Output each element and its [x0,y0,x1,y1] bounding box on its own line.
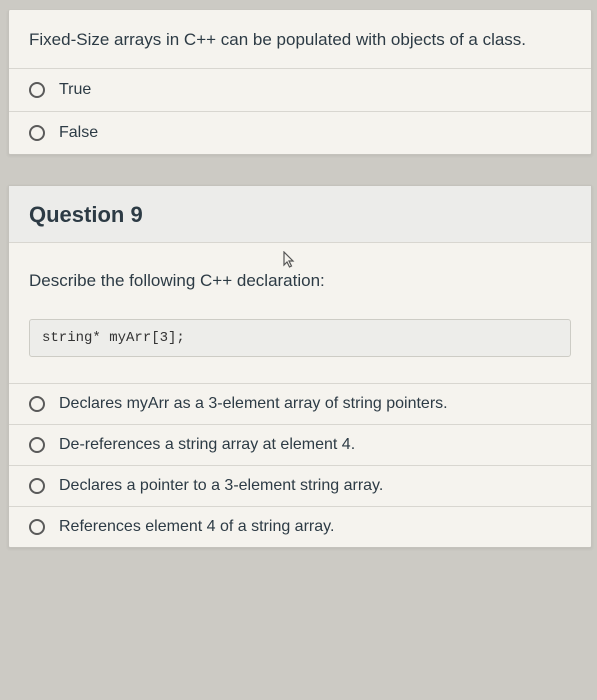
code-block: string* myArr[3]; [29,319,571,357]
options-list: Declares myArr as a 3-element array of s… [9,383,591,547]
radio-icon [29,125,45,141]
radio-icon [29,82,45,98]
radio-option-3[interactable]: Declares a pointer to a 3-element string… [9,466,591,507]
radio-icon [29,519,45,535]
radio-option-4[interactable]: References element 4 of a string array. [9,507,591,547]
cursor-arrow-icon [282,251,296,274]
radio-icon [29,396,45,412]
radio-icon [29,437,45,453]
radio-option-false[interactable]: False [9,112,591,154]
option-label: Declares myArr as a 3-element array of s… [59,395,448,413]
radio-icon [29,478,45,494]
question-number: Question 9 [29,202,143,227]
question-prompt: Fixed-Size arrays in C++ can be populate… [9,10,591,68]
option-label: False [59,124,98,142]
question-card-2: Question 9 Describe the following C++ de… [8,185,592,548]
code-text: string* myArr[3]; [42,330,185,346]
question-card-1: Fixed-Size arrays in C++ can be populate… [8,10,592,155]
radio-option-true[interactable]: True [9,69,591,112]
radio-option-1[interactable]: Declares myArr as a 3-element array of s… [9,384,591,425]
option-label: References element 4 of a string array. [59,518,334,536]
question-prompt-text: Fixed-Size arrays in C++ can be populate… [29,30,526,49]
option-label: De-references a string array at element … [59,436,355,454]
question-prompt-text: Describe the following C++ declaration: [29,271,325,290]
option-label: True [59,81,91,99]
option-label: Declares a pointer to a 3-element string… [59,477,383,495]
options-list: True False [9,68,591,154]
radio-option-2[interactable]: De-references a string array at element … [9,425,591,466]
question-body: Describe the following C++ declaration: [9,243,591,301]
question-header: Question 9 [9,186,591,243]
